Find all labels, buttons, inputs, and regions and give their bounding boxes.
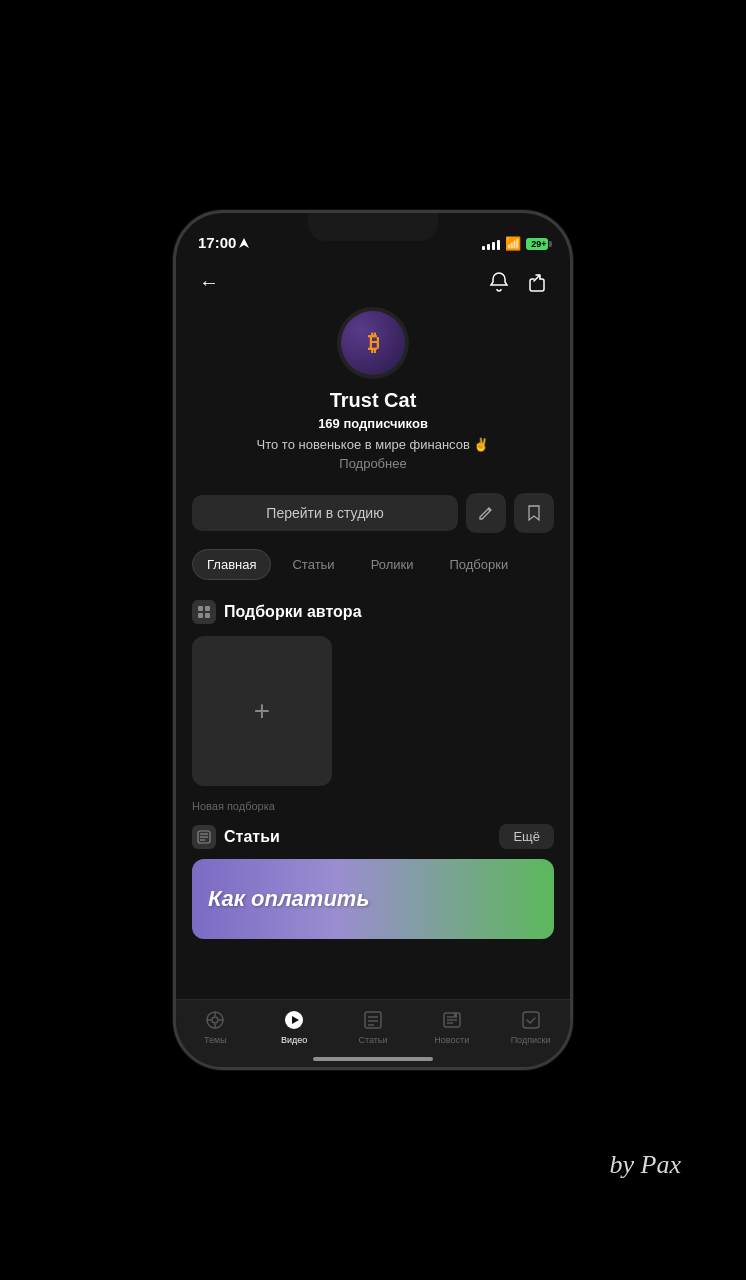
subscriptions-icon (519, 1008, 543, 1032)
nav-subscriptions[interactable]: Подписки (491, 1008, 570, 1045)
video-icon (282, 1008, 306, 1032)
new-collection-label: Новая подборка (176, 794, 570, 824)
subscribers-count: 169 подписчиков (318, 416, 428, 431)
svg-rect-25 (454, 1013, 457, 1017)
share-button[interactable] (520, 265, 554, 299)
article-card-title: Как оплатить (208, 886, 369, 912)
articles-svg-icon (362, 1009, 384, 1031)
nav-articles[interactable]: Статьи (334, 1008, 413, 1045)
wifi-icon: 📶 (505, 236, 521, 251)
article-icon (197, 830, 211, 844)
edit-button[interactable] (466, 493, 506, 533)
news-icon (440, 1008, 464, 1032)
tab-collections[interactable]: Подборки (434, 549, 523, 580)
video-label: Видео (281, 1035, 307, 1045)
news-label: Новости (434, 1035, 469, 1045)
articles-title: Статьи (192, 825, 280, 849)
bell-icon (489, 271, 509, 293)
subscriptions-svg-icon (520, 1009, 542, 1031)
svg-rect-3 (198, 613, 203, 618)
scroll-content[interactable]: ← (176, 257, 570, 1067)
watermark: by Pax (610, 1150, 681, 1180)
article-card[interactable]: Как оплатить (192, 859, 554, 939)
phone-notch (308, 213, 438, 241)
nav-news[interactable]: Новости (412, 1008, 491, 1045)
studio-button[interactable]: Перейти в студию (192, 495, 458, 531)
plus-icon: + (254, 695, 270, 727)
articles-icon (192, 825, 216, 849)
collections-row: + (176, 636, 570, 794)
nav-icons-right (482, 265, 554, 299)
tabs-bar: Главная Статьи Ролики Подборки (176, 543, 570, 592)
grid-icon (197, 605, 211, 619)
signal-icon (482, 238, 500, 250)
bookmark-icon (527, 504, 541, 522)
articles-section: Статьи Ещё Как оплатить (176, 824, 570, 939)
collections-header: Подборки автора (176, 592, 570, 636)
pencil-icon (478, 505, 494, 521)
location-icon (239, 238, 249, 248)
phone-device: 17:00 📶 29+ (173, 210, 573, 1070)
themes-label: Темы (204, 1035, 227, 1045)
video-svg-icon (283, 1009, 305, 1031)
articles-header: Статьи Ещё (192, 824, 554, 849)
share-icon (527, 271, 547, 293)
top-nav: ← (176, 257, 570, 303)
themes-svg-icon (204, 1009, 226, 1031)
more-button[interactable]: Ещё (499, 824, 554, 849)
tab-home[interactable]: Главная (192, 549, 271, 580)
avatar-inner: ₿ (341, 311, 405, 375)
bitcoin-icon: ₿ (368, 330, 379, 356)
notification-button[interactable] (482, 265, 516, 299)
channel-name: Trust Cat (330, 389, 417, 412)
collections-icon (192, 600, 216, 624)
battery-icon: 29+ (526, 238, 548, 250)
phone-screen: 17:00 📶 29+ (176, 213, 570, 1067)
more-link[interactable]: Подробнее (339, 456, 406, 471)
tab-videos[interactable]: Ролики (356, 549, 429, 580)
svg-rect-2 (205, 606, 210, 611)
nav-themes[interactable]: Темы (176, 1008, 255, 1045)
svg-rect-4 (205, 613, 210, 618)
profile-section: ₿ Trust Cat 169 подписчиков Что то новен… (176, 303, 570, 483)
tab-articles[interactable]: Статьи (277, 549, 349, 580)
status-time: 17:00 (198, 234, 249, 251)
action-buttons: Перейти в студию (176, 483, 570, 543)
status-icons: 📶 29+ (482, 236, 548, 251)
svg-rect-1 (198, 606, 203, 611)
news-svg-icon (441, 1009, 463, 1031)
themes-icon (203, 1008, 227, 1032)
back-button[interactable]: ← (192, 265, 226, 299)
avatar[interactable]: ₿ (337, 307, 409, 379)
nav-video[interactable]: Видео (255, 1008, 334, 1045)
collections-title: Подборки автора (192, 600, 362, 624)
channel-description: Что то новенькое в мире финансов ✌ (257, 437, 490, 452)
home-indicator (313, 1057, 433, 1061)
svg-rect-26 (523, 1012, 539, 1028)
svg-marker-0 (239, 238, 249, 248)
bookmark-button[interactable] (514, 493, 554, 533)
new-collection-card[interactable]: + (192, 636, 332, 786)
articles-nav-label: Статьи (358, 1035, 387, 1045)
articles-nav-icon (361, 1008, 385, 1032)
svg-point-10 (212, 1017, 218, 1023)
subscriptions-label: Подписки (511, 1035, 551, 1045)
